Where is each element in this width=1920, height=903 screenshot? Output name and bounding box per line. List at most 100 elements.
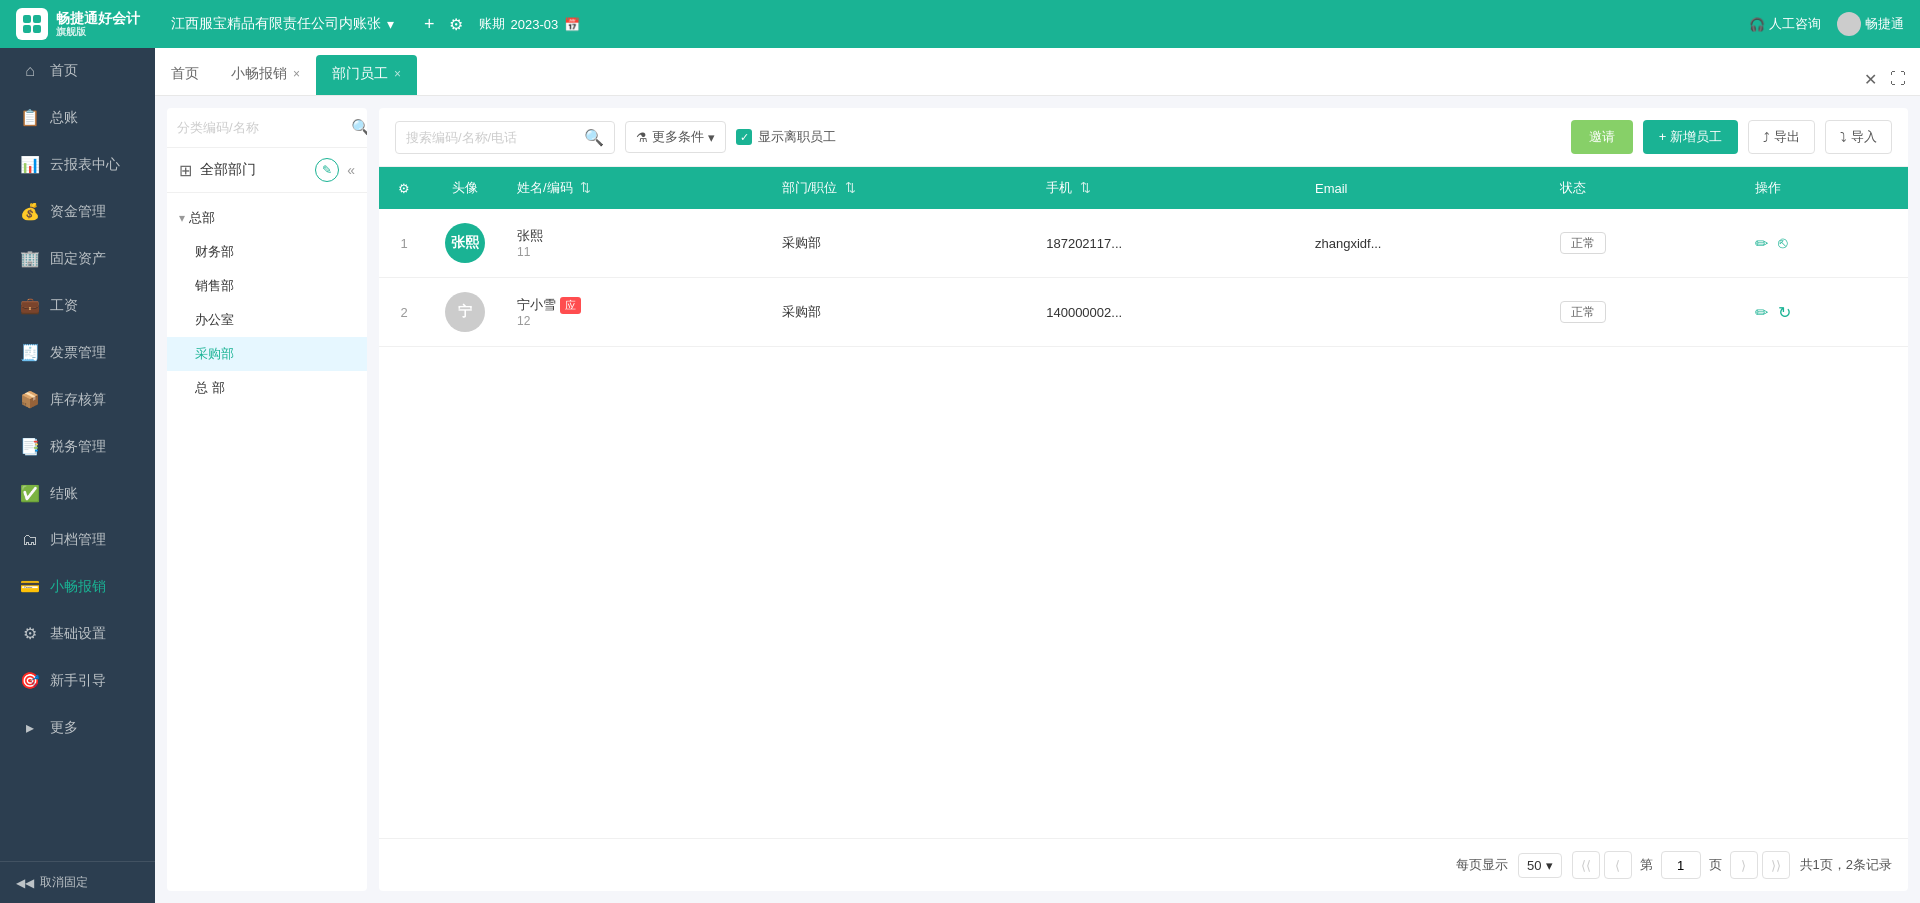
page-size-arrow: ▾ — [1546, 858, 1553, 873]
dept-node-root[interactable]: ▾ 总部 — [167, 201, 367, 235]
edit-icon[interactable]: ✏ — [1755, 234, 1768, 253]
employee-search-box[interactable]: 🔍 — [395, 121, 615, 154]
page-size-select[interactable]: 50 ▾ — [1518, 853, 1561, 878]
reports-icon: 📊 — [20, 155, 40, 174]
page-input[interactable] — [1661, 851, 1701, 879]
settlement-icon: ✅ — [20, 484, 40, 503]
delete-icon[interactable]: ↻ — [1778, 303, 1791, 322]
ledger-icon: 📋 — [20, 108, 40, 127]
employee-code: 11 — [517, 245, 750, 259]
col-phone[interactable]: 手机 ⇅ — [1030, 167, 1299, 209]
col-settings[interactable]: ⚙ — [379, 167, 429, 209]
show-resigned-area[interactable]: ✓ 显示离职员工 — [736, 128, 836, 146]
sidebar-label-settlement: 结账 — [50, 485, 78, 503]
tab-expense-close[interactable]: × — [293, 67, 300, 81]
dept-node-finance[interactable]: 财务部 — [167, 235, 367, 269]
sidebar-item-invoice[interactable]: 🧾 发票管理 — [0, 329, 155, 376]
invoice-icon: 🧾 — [20, 343, 40, 362]
col-status: 状态 — [1544, 167, 1738, 209]
dept-node-purchase[interactable]: 采购部 — [167, 337, 367, 371]
dept-search-input[interactable] — [177, 120, 345, 135]
dept-search-icon[interactable]: 🔍 — [351, 118, 367, 137]
app-sub: 旗舰版 — [56, 26, 140, 38]
close-window-btn[interactable]: ✕ — [1860, 69, 1880, 89]
dept-panel: 🔍 ⊞ 全部部门 ✎ « ▾ 总部 财务部 — [167, 108, 367, 891]
export-btn[interactable]: ⤴ 导出 — [1748, 120, 1815, 154]
page-nav: ⟨⟨ ⟨ 第 页 ⟩ ⟩⟩ — [1572, 851, 1790, 879]
logo-icon — [16, 8, 48, 40]
expense-icon: 💳 — [20, 577, 40, 596]
dept-node-finance-label: 财务部 — [195, 243, 234, 261]
sidebar-item-ledger[interactable]: 📋 总账 — [0, 94, 155, 141]
tax-icon: 📑 — [20, 437, 40, 456]
unpin-icon: ◀◀ — [16, 876, 34, 890]
sidebar-item-guide[interactable]: 🎯 新手引导 — [0, 657, 155, 704]
sidebar-item-assets[interactable]: 🏢 固定资产 — [0, 235, 155, 282]
import-btn[interactable]: ⤵ 导入 — [1825, 120, 1892, 154]
sidebar-item-more[interactable]: ▸ 更多 — [0, 704, 155, 751]
calendar-icon[interactable]: 📅 — [564, 17, 580, 32]
period-label: 账期 — [479, 15, 505, 33]
page-prev-btn[interactable]: ⟨ — [1604, 851, 1632, 879]
toolbar-right: 邀请 + 新增员工 ⤴ 导出 ⤵ 导入 — [1571, 120, 1892, 154]
settings-nav-icon: ⚙ — [20, 624, 40, 643]
dept-collapse-btn[interactable]: « — [347, 162, 355, 178]
sidebar-item-home[interactable]: ⌂ 首页 — [0, 48, 155, 94]
show-resigned-checkbox[interactable]: ✓ — [736, 129, 752, 145]
page-next-btn[interactable]: ⟩ — [1730, 851, 1758, 879]
action-cell: ✏↻ — [1739, 278, 1908, 347]
add-icon[interactable]: + — [424, 14, 435, 35]
filter-more-btn[interactable]: ⚗ 更多条件 ▾ — [625, 121, 726, 153]
sidebar-label-invoice: 发票管理 — [50, 344, 106, 362]
status-cell: 正常 — [1544, 278, 1738, 347]
sidebar-item-archive[interactable]: 🗂 归档管理 — [0, 517, 155, 563]
tab-home[interactable]: 首页 — [155, 55, 215, 95]
status-badge: 正常 — [1560, 301, 1606, 323]
logo-area: 畅捷通好会计 旗舰版 — [16, 8, 171, 40]
employee-name: 宁小雪 — [517, 296, 556, 314]
logout-icon[interactable]: ⎋ — [1778, 234, 1788, 253]
sidebar-item-tax[interactable]: 📑 税务管理 — [0, 423, 155, 470]
employee-search-icon[interactable]: 🔍 — [584, 128, 604, 147]
dept-node-hq[interactable]: 总 部 — [167, 371, 367, 405]
dept-node-root-label: 总部 — [189, 209, 215, 227]
user-btn[interactable]: 畅捷通 — [1837, 12, 1904, 36]
row-num: 1 — [379, 209, 429, 278]
page-first-btn[interactable]: ⟨⟨ — [1572, 851, 1600, 879]
employee-search-input[interactable] — [406, 130, 578, 145]
sidebar-item-settlement[interactable]: ✅ 结账 — [0, 470, 155, 517]
tab-dept-employee[interactable]: 部门员工 × — [316, 55, 417, 95]
export-icon: ⤴ — [1763, 130, 1770, 145]
dept-all-header[interactable]: ⊞ 全部部门 ✎ « — [167, 148, 367, 193]
sidebar-label-ledger: 总账 — [50, 109, 78, 127]
invite-btn[interactable]: 邀请 — [1571, 120, 1633, 154]
email-cell — [1299, 278, 1544, 347]
maximize-window-btn[interactable]: ⛶ — [1888, 69, 1908, 89]
avatar-cell: 宁 — [429, 278, 501, 347]
sidebar-item-funds[interactable]: 💰 资金管理 — [0, 188, 155, 235]
unpin-btn[interactable]: ◀◀ 取消固定 — [0, 861, 155, 903]
sidebar-item-reports[interactable]: 📊 云报表中心 — [0, 141, 155, 188]
tab-expense[interactable]: 小畅报销 × — [215, 55, 316, 95]
dept-edit-btn[interactable]: ✎ — [315, 158, 339, 182]
sidebar-label-assets: 固定资产 — [50, 250, 106, 268]
support-btn[interactable]: 🎧 人工咨询 — [1749, 15, 1821, 33]
export-label: 导出 — [1774, 128, 1800, 146]
dept-node-office[interactable]: 办公室 — [167, 303, 367, 337]
sidebar-item-salary[interactable]: 💼 工资 — [0, 282, 155, 329]
period-value[interactable]: 2023-03 — [511, 17, 559, 32]
sidebar-item-settings[interactable]: ⚙ 基础设置 — [0, 610, 155, 657]
edit-icon[interactable]: ✏ — [1755, 303, 1768, 322]
page-last-btn[interactable]: ⟩⟩ — [1762, 851, 1790, 879]
sidebar-item-expense[interactable]: 💳 小畅报销 — [0, 563, 155, 610]
add-employee-btn[interactable]: + 新增员工 — [1643, 120, 1738, 154]
dept-node-sales[interactable]: 销售部 — [167, 269, 367, 303]
company-selector[interactable]: 江西服宝精品有限责任公司内账张 ▾ — [171, 15, 394, 33]
settings-icon[interactable]: ⚙ — [449, 15, 463, 34]
sidebar-item-inventory[interactable]: 📦 库存核算 — [0, 376, 155, 423]
col-dept[interactable]: 部门/职位 ⇅ — [766, 167, 1031, 209]
tab-dept-close[interactable]: × — [394, 67, 401, 81]
dept-node-sales-label: 销售部 — [195, 277, 234, 295]
tab-dept-label: 部门员工 — [332, 65, 388, 83]
col-name[interactable]: 姓名/编码 ⇅ — [501, 167, 766, 209]
